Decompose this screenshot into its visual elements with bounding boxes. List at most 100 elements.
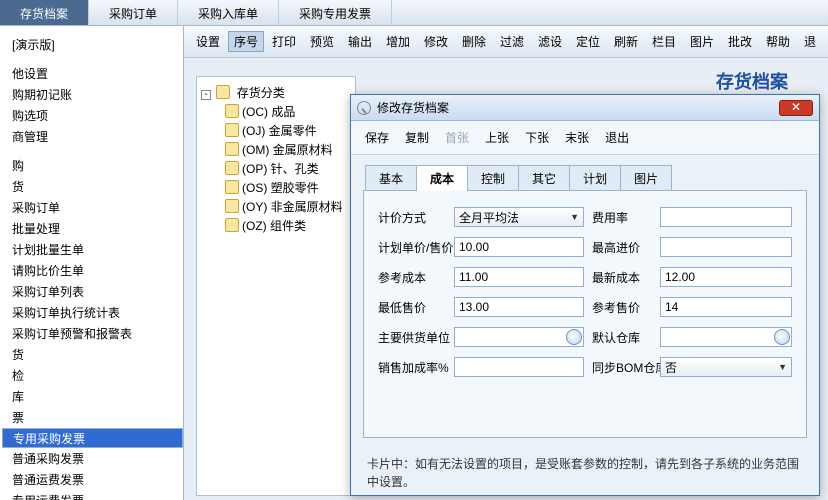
supplier-label: 主要供货单位: [378, 329, 446, 346]
ref-price-input[interactable]: [660, 297, 792, 317]
chevron-down-icon: ▼: [570, 212, 579, 222]
plan-price-label: 计划单价/售价: [378, 239, 446, 256]
tree-root[interactable]: - 存货分类: [201, 83, 351, 102]
rate-label: 费用率: [592, 209, 652, 226]
dlg-toolbar-复制[interactable]: 复制: [399, 127, 435, 148]
tree-node[interactable]: (OJ) 金属零件: [225, 121, 351, 140]
tree-node[interactable]: (OC) 成品: [225, 102, 351, 121]
toolbar-退[interactable]: 退: [798, 31, 822, 52]
nav-item[interactable]: 采购订单执行统计表: [2, 302, 183, 323]
nav-item[interactable]: 库: [2, 386, 183, 407]
top-tab-3[interactable]: 采购专用发票: [279, 0, 392, 25]
nav-item[interactable]: 专用运费发票: [2, 490, 183, 500]
nav-item[interactable]: 货: [2, 344, 183, 365]
folder-icon: [225, 104, 239, 118]
tree-root-label: 存货分类: [237, 86, 285, 100]
tab-基本[interactable]: 基本: [365, 165, 417, 191]
nav-item[interactable]: 采购订单: [2, 197, 183, 218]
rate-input[interactable]: [660, 207, 792, 227]
toolbar-帮助[interactable]: 帮助: [760, 31, 796, 52]
toolbar-批改[interactable]: 批改: [722, 31, 758, 52]
toolbar-定位[interactable]: 定位: [570, 31, 606, 52]
tab-成本[interactable]: 成本: [416, 165, 468, 191]
toolbar-预览[interactable]: 预览: [304, 31, 340, 52]
pricing-method-select[interactable]: 全月平均法 ▼: [454, 207, 584, 227]
dialog-title: 修改存货档案: [377, 99, 449, 116]
toolbar-设置[interactable]: 设置: [190, 31, 226, 52]
folder-icon: [225, 123, 239, 137]
toolbar-增加[interactable]: 增加: [380, 31, 416, 52]
top-tab-1[interactable]: 采购订单: [89, 0, 178, 25]
default-warehouse-label: 默认仓库: [592, 329, 652, 346]
nav-item[interactable]: 采购订单列表: [2, 281, 183, 302]
tab-控制[interactable]: 控制: [467, 165, 519, 191]
top-tab-2[interactable]: 采购入库单: [178, 0, 279, 25]
supplier-input[interactable]: [454, 327, 584, 347]
top-tab-0[interactable]: 存货档案: [0, 0, 89, 25]
ref-cost-input[interactable]: [454, 267, 584, 287]
dialog-icon: [357, 101, 371, 115]
markup-input[interactable]: [454, 357, 584, 377]
tab-计划[interactable]: 计划: [569, 165, 621, 191]
nav-item[interactable]: 货: [2, 176, 183, 197]
dlg-toolbar-保存[interactable]: 保存: [359, 127, 395, 148]
nav-item[interactable]: 票: [2, 407, 183, 428]
nav-item[interactable]: [演示版]: [2, 34, 183, 55]
dlg-toolbar-上张[interactable]: 上张: [479, 127, 515, 148]
nav-item[interactable]: 普通采购发票: [2, 448, 183, 469]
nav-item[interactable]: 购选项: [2, 105, 183, 126]
dlg-toolbar-末张[interactable]: 末张: [559, 127, 595, 148]
toolbar-修改[interactable]: 修改: [418, 31, 454, 52]
folder-icon: [225, 142, 239, 156]
chevron-down-icon: ▼: [778, 362, 787, 372]
tree-node[interactable]: (OP) 针、孔类: [225, 159, 351, 178]
nav-item[interactable]: 购: [2, 155, 183, 176]
toolbar-图片[interactable]: 图片: [684, 31, 720, 52]
tab-图片[interactable]: 图片: [620, 165, 672, 191]
nav-item[interactable]: 采购订单预警和报警表: [2, 323, 183, 344]
nav-item[interactable]: 购期初记账: [2, 84, 183, 105]
collapse-icon[interactable]: -: [201, 90, 211, 100]
dlg-toolbar-退出[interactable]: 退出: [599, 127, 635, 148]
latest-cost-input[interactable]: [660, 267, 792, 287]
toolbar-序号[interactable]: 序号: [228, 31, 264, 52]
sync-bom-select[interactable]: 否 ▼: [660, 357, 792, 377]
dlg-toolbar-下张[interactable]: 下张: [519, 127, 555, 148]
nav-item[interactable]: 专用采购发票: [2, 428, 183, 448]
category-tree[interactable]: - 存货分类 (OC) 成品(OJ) 金属零件(OM) 金属原材料(OP) 针、…: [196, 76, 356, 496]
default-warehouse-input[interactable]: [660, 327, 792, 347]
nav-item[interactable]: 他设置: [2, 63, 183, 84]
markup-label: 销售加成率%: [378, 359, 446, 376]
toolbar-刷新[interactable]: 刷新: [608, 31, 644, 52]
toolbar-过滤[interactable]: 过滤: [494, 31, 530, 52]
tree-node[interactable]: (OM) 金属原材料: [225, 140, 351, 159]
max-purchase-input[interactable]: [660, 237, 792, 257]
tab-其它[interactable]: 其它: [518, 165, 570, 191]
close-button[interactable]: ✕: [779, 100, 813, 116]
tree-node[interactable]: (OS) 塑胶零件: [225, 178, 351, 197]
nav-item[interactable]: 计划批量生单: [2, 239, 183, 260]
edit-inventory-dialog: 修改存货档案 ✕ 保存复制首张上张下张末张退出 基本成本控制其它计划图片 计价方…: [350, 94, 820, 496]
pricing-method-label: 计价方式: [378, 209, 446, 226]
ref-price-label: 参考售价: [592, 299, 652, 316]
folder-open-icon: [216, 85, 230, 99]
search-icon[interactable]: [566, 329, 582, 345]
nav-item[interactable]: 检: [2, 365, 183, 386]
nav-item[interactable]: 请购比价生单: [2, 260, 183, 281]
nav-item[interactable]: 普通运费发票: [2, 469, 183, 490]
tree-node[interactable]: (OZ) 组件类: [225, 216, 351, 235]
min-price-input[interactable]: [454, 297, 584, 317]
toolbar-栏目[interactable]: 栏目: [646, 31, 682, 52]
toolbar-删除[interactable]: 删除: [456, 31, 492, 52]
search-icon[interactable]: [774, 329, 790, 345]
min-price-label: 最低售价: [378, 299, 446, 316]
folder-icon: [225, 161, 239, 175]
plan-price-input[interactable]: [454, 237, 584, 257]
toolbar-打印[interactable]: 打印: [266, 31, 302, 52]
nav-item[interactable]: 批量处理: [2, 218, 183, 239]
toolbar-输出[interactable]: 输出: [342, 31, 378, 52]
nav-item[interactable]: 商管理: [2, 126, 183, 147]
max-purchase-label: 最高进价: [592, 239, 652, 256]
tree-node[interactable]: (OY) 非金属原材料: [225, 197, 351, 216]
toolbar-滤设[interactable]: 滤设: [532, 31, 568, 52]
